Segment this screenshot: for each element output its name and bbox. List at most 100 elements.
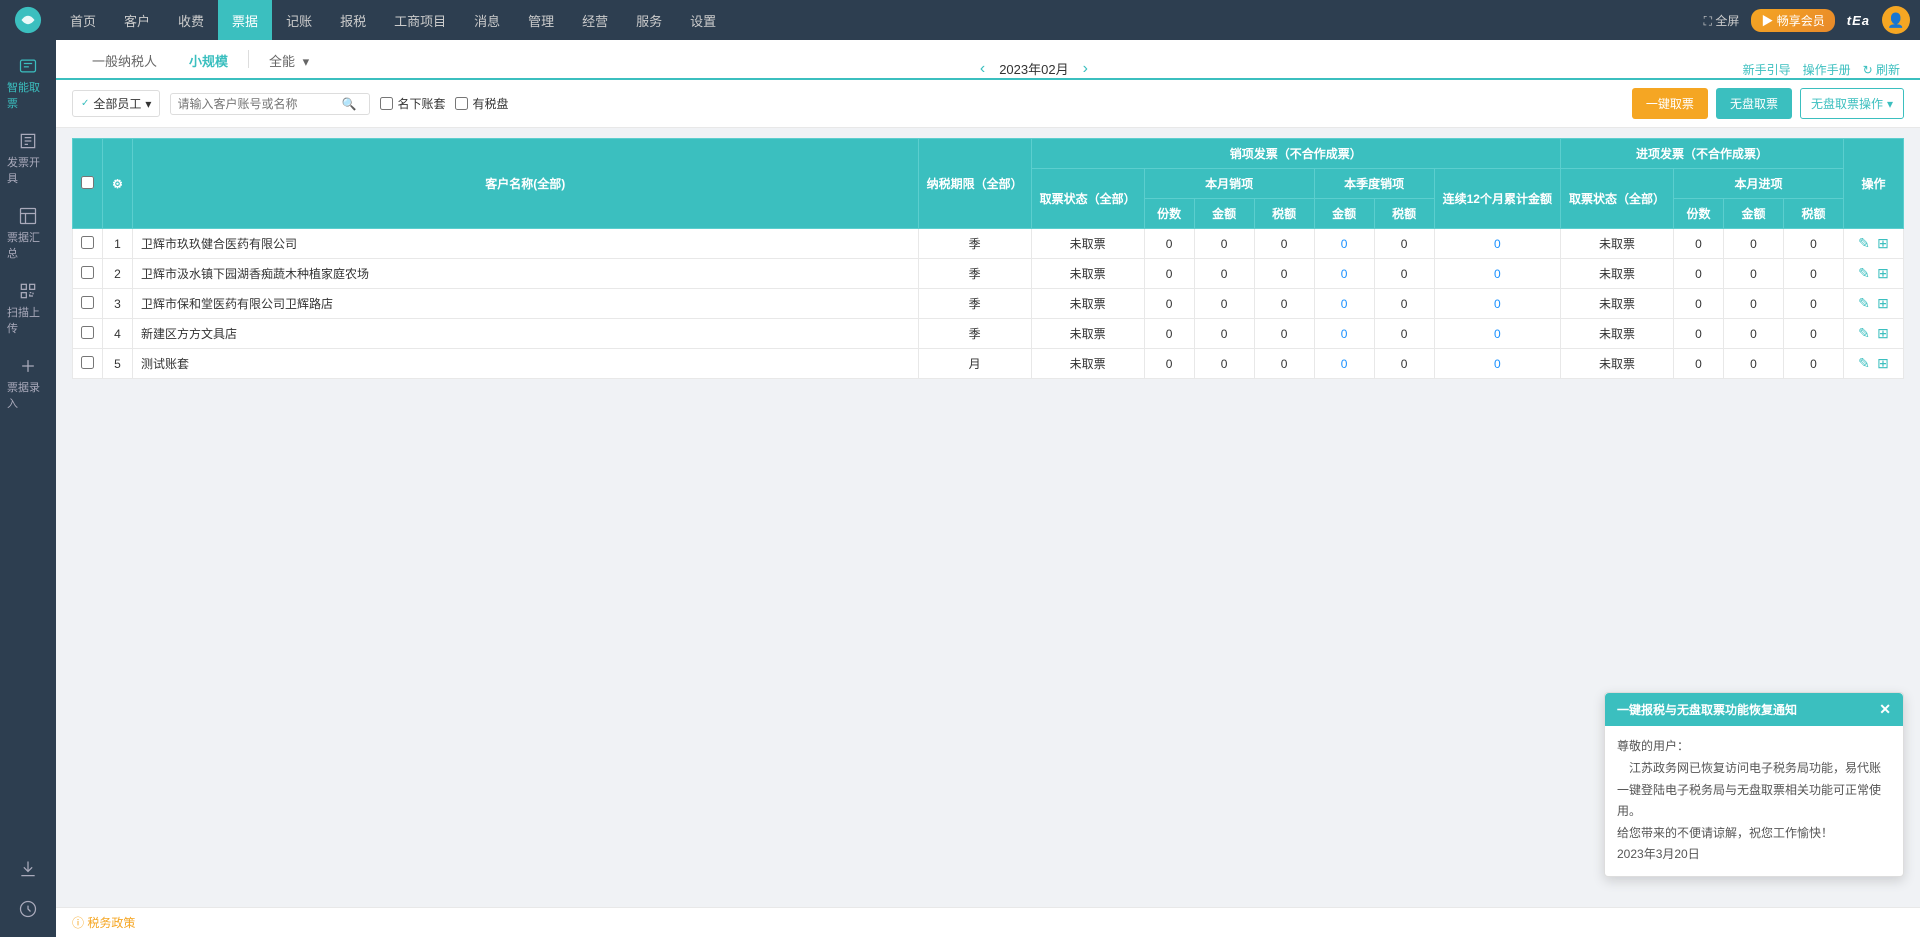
edit-icon[interactable]: ✎ [1858,295,1870,311]
s-12m-link[interactable]: 0 [1494,297,1501,311]
sidebar-item-smart-ticket[interactable]: 智能取票 [3,48,53,119]
detail-icon[interactable]: ⊞ [1877,265,1889,281]
tax-policy-link[interactable]: 税务政策 [87,916,135,930]
vip-button[interactable]: ▶ 畅享会员 [1751,9,1834,32]
detail-icon[interactable]: ⊞ [1877,325,1889,341]
tax-disk-filter-check[interactable] [455,97,468,110]
date-navigation: ‹ 2023年02月 › [976,59,1092,78]
nav-bookkeeping[interactable]: 记账 [272,0,326,40]
s-12m-link[interactable]: 0 [1494,327,1501,341]
top-navbar: 首页 客户 收费 票据 记账 报税 工商项目 消息 管理 经营 服务 设置 ⛶ … [0,0,1920,40]
col-purchase-monthly-count: 份数 [1674,199,1724,229]
row-s-quarterly-tax: 0 [1374,319,1434,349]
nav-tax[interactable]: 报税 [326,0,380,40]
row-checkbox[interactable] [73,289,103,319]
table-row: 4 新建区方方文具店 季 未取票 0 0 0 0 0 0 未取票 0 0 0 ✎… [73,319,1904,349]
one-click-ticket-button[interactable]: 一键取票 [1632,88,1708,119]
row-no: 1 [103,229,133,259]
staff-filter[interactable]: ✓ 全部员工 ▾ [72,90,160,117]
nav-customer[interactable]: 客户 [110,0,164,40]
edit-icon[interactable]: ✎ [1858,355,1870,371]
sidebar-item-summary[interactable]: 票据汇总 [3,198,53,269]
s-12m-link[interactable]: 0 [1494,267,1501,281]
tab-general-taxpayer[interactable]: 一般纳税人 [76,43,173,80]
no-disk-ticket-button[interactable]: 无盘取票 [1716,88,1792,119]
s-quarterly-amount-link[interactable]: 0 [1341,237,1348,251]
no-disk-op-button[interactable]: 无盘取票操作 ▾ [1800,88,1904,119]
next-date-button[interactable]: › [1079,60,1092,78]
row-sales-status: 未取票 [1031,259,1144,289]
current-date: 2023年02月 [999,59,1068,78]
detail-icon[interactable]: ⊞ [1877,295,1889,311]
row-checkbox[interactable] [73,349,103,379]
nav-fee[interactable]: 收费 [164,0,218,40]
edit-icon[interactable]: ✎ [1858,325,1870,341]
s-quarterly-amount-link[interactable]: 0 [1341,327,1348,341]
new-guide-link[interactable]: 新手引导 [1743,61,1791,78]
search-input[interactable] [177,97,337,111]
tab-small-scale[interactable]: 小规模 [173,43,244,80]
nav-business[interactable]: 工商项目 [380,0,460,40]
nav-right-actions: ⛶ 全屏 ▶ 畅享会员 tEa 👤 [1704,6,1910,34]
nav-home[interactable]: 首页 [56,0,110,40]
select-all-checkbox[interactable] [81,176,94,189]
sidebar-item-download[interactable] [3,851,53,887]
sidebar-label: 智能取票 [7,79,49,111]
edit-icon[interactable]: ✎ [1858,235,1870,251]
nav-settings[interactable]: 设置 [676,0,730,40]
sidebar-item-scan[interactable]: 扫描上传 [3,273,53,344]
sidebar-item-issue-invoice[interactable]: 发票开具 [3,123,53,194]
s-quarterly-amount-link[interactable]: 0 [1341,297,1348,311]
col-purchase-status: 取票状态（全部） [1560,169,1673,229]
refresh-link[interactable]: ↻ 刷新 [1863,61,1900,78]
row-s-monthly-count: 0 [1144,289,1194,319]
notification-close-button[interactable]: ✕ [1879,701,1891,718]
sidebar-item-help[interactable] [3,891,53,927]
row-p-monthly-amount: 0 [1724,259,1784,289]
row-sales-status: 未取票 [1031,319,1144,349]
row-s-monthly-amount: 0 [1194,349,1254,379]
search-bar: 🔍 [170,93,370,115]
tab-all[interactable]: 全能 ▾ [253,43,325,80]
row-checkbox[interactable] [73,229,103,259]
edit-icon[interactable]: ✎ [1858,265,1870,281]
nav-operation[interactable]: 经营 [568,0,622,40]
row-s-quarterly-tax: 0 [1374,259,1434,289]
search-icon[interactable]: 🔍 [341,97,356,111]
row-p-monthly-amount: 0 [1724,289,1784,319]
row-s-12m: 0 [1434,229,1560,259]
row-s-monthly-count: 0 [1144,259,1194,289]
tax-disk-filter-checkbox[interactable]: 有税盘 [455,95,508,112]
row-s-quarterly-amount: 0 [1314,289,1374,319]
nav-invoice[interactable]: 票据 [218,0,272,40]
s-12m-link[interactable]: 0 [1494,237,1501,251]
user-avatar[interactable]: 👤 [1882,6,1910,34]
row-action: ✎ ⊞ [1844,319,1904,349]
account-filter-checkbox[interactable]: 名下账套 [380,95,445,112]
row-checkbox[interactable] [73,259,103,289]
row-s-quarterly-amount: 0 [1314,319,1374,349]
row-checkbox[interactable] [73,319,103,349]
nav-message[interactable]: 消息 [460,0,514,40]
s-quarterly-amount-link[interactable]: 0 [1341,267,1348,281]
row-no: 5 [103,349,133,379]
fullscreen-btn[interactable]: ⛶ 全屏 [1704,12,1740,29]
s-quarterly-amount-link[interactable]: 0 [1341,357,1348,371]
row-s-monthly-amount: 0 [1194,289,1254,319]
col-sales-monthly-amount: 金额 [1194,199,1254,229]
table-row: 1 卫辉市玖玖健合医药有限公司 季 未取票 0 0 0 0 0 0 未取票 0 … [73,229,1904,259]
detail-icon[interactable]: ⊞ [1877,355,1889,371]
col-sales-monthly-count: 份数 [1144,199,1194,229]
manual-link[interactable]: 操作手册 [1803,61,1851,78]
nav-service[interactable]: 服务 [622,0,676,40]
col-sales-quarterly-amount: 金额 [1314,199,1374,229]
tea-badge: tEa [1847,13,1870,28]
nav-manage[interactable]: 管理 [514,0,568,40]
sidebar-item-input[interactable]: 票据录入 [3,348,53,419]
notification-text: 尊敬的用户： 江苏政务网已恢复访问电子税务局功能，易代账一键登陆电子税务局与无盘… [1617,736,1891,866]
s-12m-link[interactable]: 0 [1494,357,1501,371]
prev-date-button[interactable]: ‹ [976,60,989,78]
table-row: 5 测试账套 月 未取票 0 0 0 0 0 0 未取票 0 0 0 ✎ ⊞ [73,349,1904,379]
detail-icon[interactable]: ⊞ [1877,235,1889,251]
account-filter-check[interactable] [380,97,393,110]
